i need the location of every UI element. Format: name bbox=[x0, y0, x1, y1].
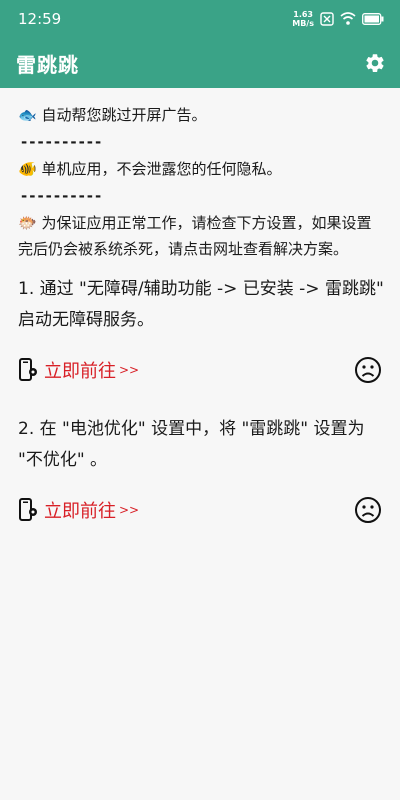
separator: ---------- bbox=[21, 133, 104, 151]
status-icons: 1.63 MB/s bbox=[292, 10, 384, 28]
step-2-action-row: 立即前往 >> bbox=[18, 496, 384, 524]
step-1-action-row: 立即前往 >> bbox=[18, 356, 384, 384]
step-2-goto-button[interactable]: 立即前往 >> bbox=[18, 497, 139, 523]
wifi-icon bbox=[340, 12, 356, 25]
goto-arrow: >> bbox=[119, 503, 140, 517]
net-speed: 1.63 MB/s bbox=[292, 10, 314, 28]
goto-label: 立即前往 bbox=[44, 361, 116, 382]
step-1-text: 1. 通过 "无障碍/辅助功能 -> 已安装 -> 雷跳跳" 启动无障碍服务。 bbox=[18, 279, 384, 330]
main-content: 🐟 自动帮您跳过开屏广告。 ---------- 🐠 单机应用，不会泄露您的任何… bbox=[0, 88, 400, 524]
sad-face-icon bbox=[354, 496, 382, 524]
step-2-text: 2. 在 "电池优化" 设置中，将 "雷跳跳" 设置为 "不优化" 。 bbox=[18, 419, 365, 470]
intro-line-3: 🐡 为保证应用正常工作，请检查下方设置，如果设置完后仍会被系统杀死，请点击网址查… bbox=[18, 214, 372, 258]
intro-line-2: 🐠 单机应用，不会泄露您的任何隐私。 bbox=[18, 160, 282, 178]
gear-icon[interactable] bbox=[364, 52, 386, 74]
phone-settings-icon bbox=[18, 498, 38, 522]
status-bar: 12:59 1.63 MB/s bbox=[0, 0, 400, 38]
phone-settings-icon bbox=[18, 358, 38, 382]
sad-face-icon bbox=[354, 356, 382, 384]
battery-icon bbox=[362, 13, 384, 25]
status-time: 12:59 bbox=[18, 10, 62, 28]
intro-line-1: 🐟 自动帮您跳过开屏广告。 bbox=[18, 106, 207, 124]
app-bar: 雷跳跳 bbox=[0, 38, 400, 88]
separator: ---------- bbox=[21, 187, 104, 205]
goto-label: 立即前往 bbox=[44, 501, 116, 522]
sim-off-icon bbox=[320, 12, 334, 26]
goto-arrow: >> bbox=[119, 363, 140, 377]
app-title: 雷跳跳 bbox=[16, 52, 79, 77]
step-1-goto-button[interactable]: 立即前往 >> bbox=[18, 357, 139, 383]
